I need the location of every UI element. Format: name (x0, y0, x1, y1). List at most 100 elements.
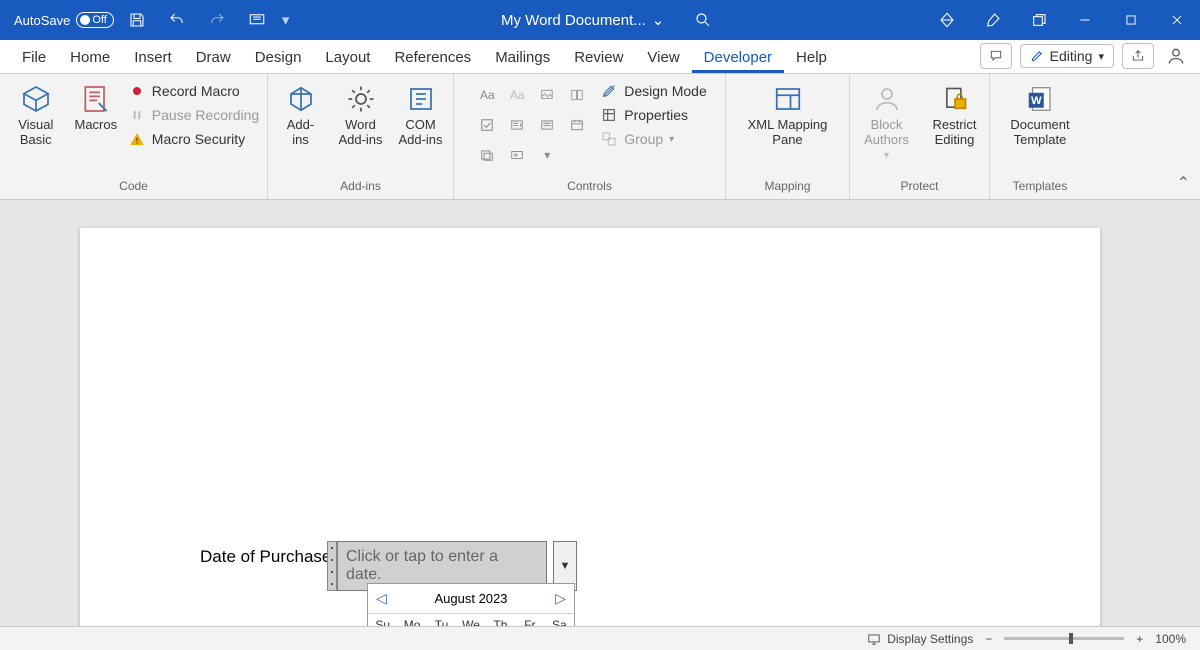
pause-icon (128, 106, 146, 124)
combo-control-icon[interactable] (504, 112, 530, 138)
picture-control-icon[interactable] (534, 82, 560, 108)
calendar-dow: Su (368, 614, 397, 626)
diamond-icon[interactable] (924, 0, 970, 40)
properties-button[interactable]: Properties (600, 106, 707, 124)
tab-insert[interactable]: Insert (122, 43, 184, 73)
properties-icon (600, 106, 618, 124)
calendar-dow: We (456, 614, 485, 626)
title-bar: AutoSave Off ▾ My Word Document... ⌄ (0, 0, 1200, 40)
next-month-button[interactable]: ▷ (555, 590, 566, 607)
editing-mode-button[interactable]: Editing ▾ (1020, 44, 1114, 68)
xml-pane-icon (771, 82, 805, 116)
tab-layout[interactable]: Layout (313, 43, 382, 73)
checkbox-control-icon[interactable] (474, 112, 500, 138)
date-picker-popup: ◁ August 2023 ▷ SuMoTuWeThFrSa 303112345… (367, 583, 575, 626)
visual-basic-button[interactable]: Visual Basic (8, 78, 64, 148)
macro-security-button[interactable]: Macro Security (128, 130, 259, 148)
tab-home[interactable]: Home (58, 43, 122, 73)
zoom-in-button[interactable]: + (1136, 632, 1143, 646)
addins-button[interactable]: Add- ins (273, 78, 329, 148)
macros-button[interactable]: Macros (68, 78, 124, 133)
xml-mapping-button[interactable]: XML Mapping Pane (740, 78, 836, 148)
qat-more-icon[interactable] (240, 0, 274, 40)
field-label: Date of Purchase (200, 547, 331, 567)
calendar-month-label: August 2023 (434, 591, 507, 606)
autosave-label: AutoSave (14, 13, 70, 28)
toggle-dot-icon (80, 15, 90, 25)
close-button[interactable] (1154, 0, 1200, 40)
autosave-state: Off (92, 14, 106, 26)
tab-developer[interactable]: Developer (692, 43, 784, 73)
plain-text-icon[interactable]: Aa (504, 82, 530, 108)
tab-review[interactable]: Review (562, 43, 635, 73)
controls-gallery[interactable]: Aa Aa ▾ (472, 78, 596, 168)
calendar-dow: Mo (397, 614, 426, 626)
display-settings-button[interactable]: Display Settings (866, 632, 973, 646)
block-authors-button: Block Authors▾ (854, 78, 920, 161)
redo-icon[interactable] (200, 0, 234, 40)
legacy-tools-icon[interactable] (504, 142, 530, 168)
collapse-ribbon-icon[interactable]: ⌃ (1177, 173, 1190, 193)
lock-icon (938, 82, 972, 116)
date-control-icon[interactable] (564, 112, 590, 138)
account-icon[interactable] (1162, 46, 1190, 66)
ribbon-tabs: File Home Insert Draw Design Layout Refe… (0, 40, 1200, 74)
design-mode-icon (600, 82, 618, 100)
prev-month-button[interactable]: ◁ (376, 590, 387, 607)
control-handle-icon[interactable] (327, 541, 337, 591)
qat: AutoSave Off ▾ (0, 0, 289, 40)
search-icon[interactable] (694, 11, 712, 29)
zoom-out-button[interactable]: − (985, 632, 992, 646)
minimize-button[interactable] (1062, 0, 1108, 40)
group-controls: Aa Aa ▾ Design Mode Properties Group ▾ C… (454, 74, 726, 199)
status-bar: Display Settings − + 100% (0, 626, 1200, 650)
calendar-dow: Fr (515, 614, 544, 626)
zoom-level[interactable]: 100% (1155, 632, 1186, 646)
restrict-editing-button[interactable]: Restrict Editing (924, 78, 986, 148)
document-area: Date of Purchase Click or tap to enter a… (0, 200, 1200, 626)
zoom-slider[interactable] (1004, 637, 1124, 640)
design-mode-button[interactable]: Design Mode (600, 82, 707, 100)
chevron-down-icon: ▼ (560, 560, 571, 572)
tab-view[interactable]: View (635, 43, 691, 73)
window-restore-icon[interactable] (1016, 0, 1062, 40)
tab-file[interactable]: File (10, 43, 58, 73)
record-macro-button[interactable]: Record Macro (128, 82, 259, 100)
dropdown-control-icon[interactable] (534, 112, 560, 138)
save-icon[interactable] (120, 0, 154, 40)
calendar-dow: Tu (427, 614, 456, 626)
qat-overflow[interactable]: ▾ (280, 11, 290, 29)
comments-button[interactable] (980, 43, 1012, 69)
autosave-toggle[interactable]: Off (76, 12, 113, 28)
record-icon (128, 82, 146, 100)
undo-icon[interactable] (160, 0, 194, 40)
calendar-dow: Th (486, 614, 515, 626)
group-templates: WDocument Template Templates (990, 74, 1090, 199)
visual-basic-icon (19, 82, 53, 116)
chevron-down-icon: ⌄ (652, 11, 665, 29)
pause-recording-button: Pause Recording (128, 106, 259, 124)
block-authors-icon (870, 82, 904, 116)
tab-help[interactable]: Help (784, 43, 839, 73)
repeating-control-icon[interactable] (474, 142, 500, 168)
rich-text-icon[interactable]: Aa (474, 82, 500, 108)
legacy-dropdown-icon[interactable]: ▾ (534, 142, 560, 168)
brush-icon[interactable] (970, 0, 1016, 40)
share-button[interactable] (1122, 43, 1154, 69)
word-addins-button[interactable]: Word Add-ins (333, 78, 389, 148)
maximize-button[interactable] (1108, 0, 1154, 40)
tab-mailings[interactable]: Mailings (483, 43, 562, 73)
building-block-icon[interactable] (564, 82, 590, 108)
group-addins: Add- ins Word Add-ins COM Add-ins Add-in… (268, 74, 454, 199)
group-code: Visual Basic Macros Record Macro Pause R… (0, 74, 268, 199)
com-addins-button[interactable]: COM Add-ins (393, 78, 449, 148)
group-button: Group ▾ (600, 130, 707, 148)
word-doc-icon: W (1023, 82, 1057, 116)
document-template-button[interactable]: WDocument Template (998, 78, 1082, 148)
chevron-down-icon: ▾ (1098, 50, 1104, 63)
group-protect: Block Authors▾ Restrict Editing Protect (850, 74, 990, 199)
tab-draw[interactable]: Draw (184, 43, 243, 73)
tab-design[interactable]: Design (243, 43, 314, 73)
tab-references[interactable]: References (382, 43, 483, 73)
document-title[interactable]: My Word Document... ⌄ (501, 11, 664, 29)
